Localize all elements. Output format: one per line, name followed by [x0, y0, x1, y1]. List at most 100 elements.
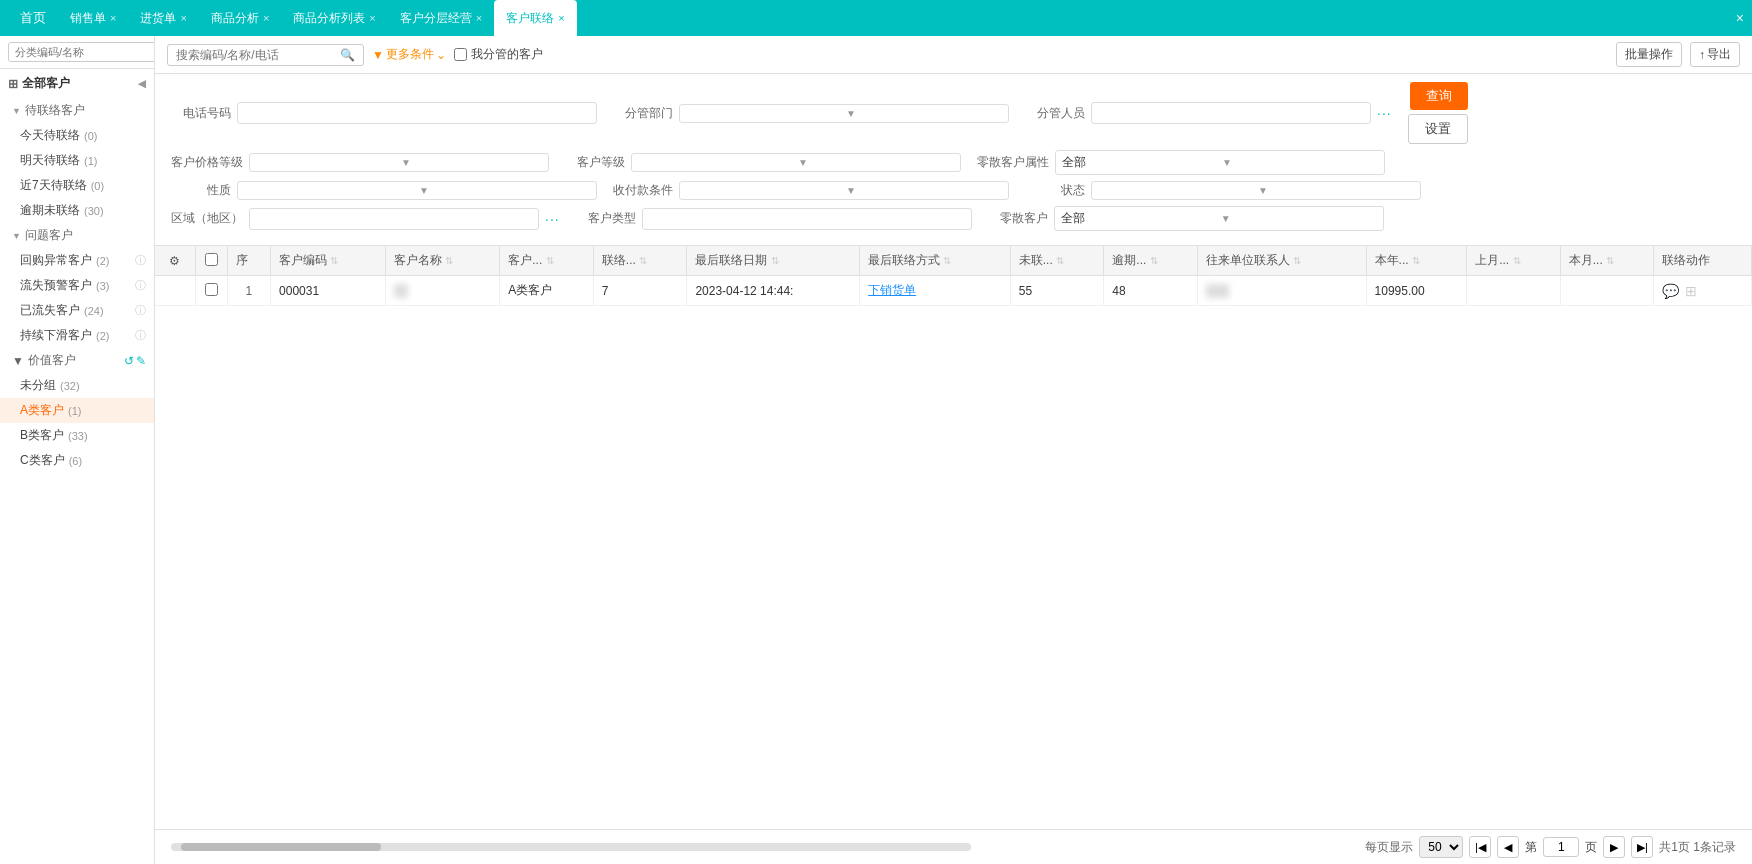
7day-contact-label: 近7天待联络	[20, 177, 87, 194]
filter-row-1: 电话号码 分管部门 ▼ 分管人员 ··· 查询 设置	[171, 82, 1736, 144]
payment-select[interactable]: ▼	[679, 181, 1009, 200]
nav-tab-customer-contact[interactable]: 客户联络 ×	[494, 0, 576, 36]
prev-page-button[interactable]: ◀	[1497, 836, 1519, 858]
retail-customer-select[interactable]: 全部 ▼	[1054, 206, 1384, 231]
nav-tab-analysis-list[interactable]: 商品分析列表 ×	[281, 0, 387, 36]
manager-input[interactable]	[1091, 102, 1371, 124]
nature-select[interactable]: ▼	[237, 181, 597, 200]
setting-button[interactable]: 设置	[1408, 114, 1468, 144]
last-method-link[interactable]: 下销货单	[868, 283, 916, 297]
collapse-sidebar-icon[interactable]: ◀	[138, 78, 146, 89]
nav-tab-purchase[interactable]: 进货单 ×	[128, 0, 198, 36]
nav-tab-sales[interactable]: 销售单 ×	[58, 0, 128, 36]
col-last-method[interactable]: 最后联络方式 ⇅	[860, 246, 1011, 276]
sidebar-item-class-a[interactable]: A类客户 (1)	[0, 398, 154, 423]
sidebar-item-tomorrow-contact[interactable]: 明天待联络 (1)	[0, 148, 154, 173]
edit-icon[interactable]: ✎	[136, 354, 146, 368]
customer-type-input[interactable]	[642, 208, 972, 230]
select-all-checkbox[interactable]	[205, 253, 218, 266]
col-level[interactable]: 客户... ⇅	[500, 246, 594, 276]
col-code[interactable]: 客户编码 ⇅	[271, 246, 386, 276]
sidebar-item-today-contact[interactable]: 今天待联络 (0)	[0, 123, 154, 148]
dept-caret-icon: ▼	[846, 108, 1002, 119]
last-page-button[interactable]: ▶|	[1631, 836, 1653, 858]
sidebar-item-churned[interactable]: 已流失客户 (24) ⓘ	[0, 298, 154, 323]
tomorrow-contact-label: 明天待联络	[20, 152, 80, 169]
pending-contact-group[interactable]: ▼ 待联络客户	[0, 98, 154, 123]
class-c-count: (6)	[69, 455, 82, 467]
price-level-select[interactable]: ▼	[249, 153, 549, 172]
search-input[interactable]	[176, 48, 336, 62]
retail-customer-value: 全部	[1061, 210, 1217, 227]
retail-attr-value: 全部	[1062, 154, 1218, 171]
retail-attr-select[interactable]: 全部 ▼	[1055, 150, 1385, 175]
churned-label: 已流失客户	[20, 302, 80, 319]
close-analysis-list-icon[interactable]: ×	[369, 12, 375, 24]
col-last-month[interactable]: 上月... ⇅	[1467, 246, 1561, 276]
sidebar-item-7day-contact[interactable]: 近7天待联络 (0)	[0, 173, 154, 198]
chat-action-icon[interactable]: 💬	[1662, 283, 1679, 299]
sidebar-search-input[interactable]	[8, 42, 155, 62]
close-all-button[interactable]: ×	[1736, 10, 1744, 26]
my-customers-label: 我分管的客户	[471, 46, 543, 63]
page-size-select[interactable]: 50	[1419, 836, 1463, 858]
row-checkbox[interactable]	[205, 283, 218, 296]
col-name[interactable]: 客户名称 ⇅	[385, 246, 500, 276]
col-liaison[interactable]: 往来单位联系人 ⇅	[1197, 246, 1366, 276]
sidebar-item-repurchase-abnormal[interactable]: 回购异常客户 (2) ⓘ	[0, 248, 154, 273]
col-contact[interactable]: 联络... ⇅	[593, 246, 687, 276]
dept-select[interactable]: ▼	[679, 104, 1009, 123]
col-gear[interactable]: ⚙	[155, 246, 195, 276]
sort-contact-icon: ⇅	[639, 255, 647, 266]
col-this-year[interactable]: 本年... ⇅	[1366, 246, 1467, 276]
all-customers-header[interactable]: ⊞ 全部客户 ◀	[0, 69, 154, 98]
close-analysis-icon[interactable]: ×	[263, 12, 269, 24]
search-icon[interactable]: 🔍	[340, 48, 355, 62]
sidebar-item-class-c[interactable]: C类客户 (6)	[0, 448, 154, 473]
batch-op-button[interactable]: 批量操作	[1616, 42, 1682, 67]
next-page-button[interactable]: ▶	[1603, 836, 1625, 858]
sort-date-icon: ⇅	[771, 255, 779, 266]
more-conditions-button[interactable]: ▼ 更多条件 ⌄	[372, 46, 446, 63]
my-customers-filter: 我分管的客户	[454, 46, 543, 63]
query-button[interactable]: 查询	[1410, 82, 1468, 110]
page-number-input[interactable]	[1543, 837, 1579, 857]
problem-customers-group[interactable]: ▼ 问题客户	[0, 223, 154, 248]
export-button[interactable]: ↑ 导出	[1690, 42, 1740, 67]
filter-nature: 性质 ▼	[171, 181, 597, 200]
sidebar-item-churn-warning[interactable]: 流失预警客户 (3) ⓘ	[0, 273, 154, 298]
status-select[interactable]: ▼	[1091, 181, 1421, 200]
first-page-button[interactable]: |◀	[1469, 836, 1491, 858]
row-this-month	[1560, 276, 1654, 306]
nav-tab-analysis[interactable]: 商品分析 ×	[199, 0, 281, 36]
sidebar-item-unclassified[interactable]: 未分组 (32)	[0, 373, 154, 398]
region-dots-icon[interactable]: ···	[545, 211, 560, 227]
sidebar-item-class-b[interactable]: B类客户 (33)	[0, 423, 154, 448]
close-purchase-icon[interactable]: ×	[180, 12, 186, 24]
col-last-date[interactable]: 最后联络日期 ⇅	[687, 246, 860, 276]
region-input[interactable]	[249, 208, 539, 230]
class-a-count: (1)	[68, 405, 81, 417]
nav-home[interactable]: 首页	[8, 0, 58, 36]
data-table: ⚙ 序 客户编码 ⇅ 客户名称 ⇅ 客户... ⇅ 联络... ⇅ 最后联络日期…	[155, 246, 1752, 306]
col-seq: 序	[227, 246, 271, 276]
sidebar-item-declining[interactable]: 持续下滑客户 (2) ⓘ	[0, 323, 154, 348]
value-customers-group[interactable]: ▼ 价值客户 ↺ ✎	[0, 348, 154, 373]
scrollbar-thumb[interactable]	[181, 843, 381, 851]
col-overdue[interactable]: 逾期... ⇅	[1104, 246, 1198, 276]
my-customers-checkbox[interactable]	[454, 48, 467, 61]
row-code: 000031	[271, 276, 386, 306]
scrollbar-track[interactable]	[171, 843, 971, 851]
phone-input[interactable]	[237, 102, 597, 124]
customer-level-select[interactable]: ▼	[631, 153, 961, 172]
qr-action-icon[interactable]: ⊞	[1685, 283, 1697, 299]
close-customer-contact-icon[interactable]: ×	[558, 12, 564, 24]
col-no-contact[interactable]: 未联... ⇅	[1010, 246, 1104, 276]
close-sales-icon[interactable]: ×	[110, 12, 116, 24]
nav-tab-customer-mgmt[interactable]: 客户分层经营 ×	[388, 0, 494, 36]
close-customer-mgmt-icon[interactable]: ×	[476, 12, 482, 24]
refresh-icon[interactable]: ↺	[124, 354, 134, 368]
col-this-month[interactable]: 本月... ⇅	[1560, 246, 1654, 276]
manager-dots-icon[interactable]: ···	[1377, 105, 1392, 121]
sidebar-item-overdue-contact[interactable]: 逾期未联络 (30)	[0, 198, 154, 223]
